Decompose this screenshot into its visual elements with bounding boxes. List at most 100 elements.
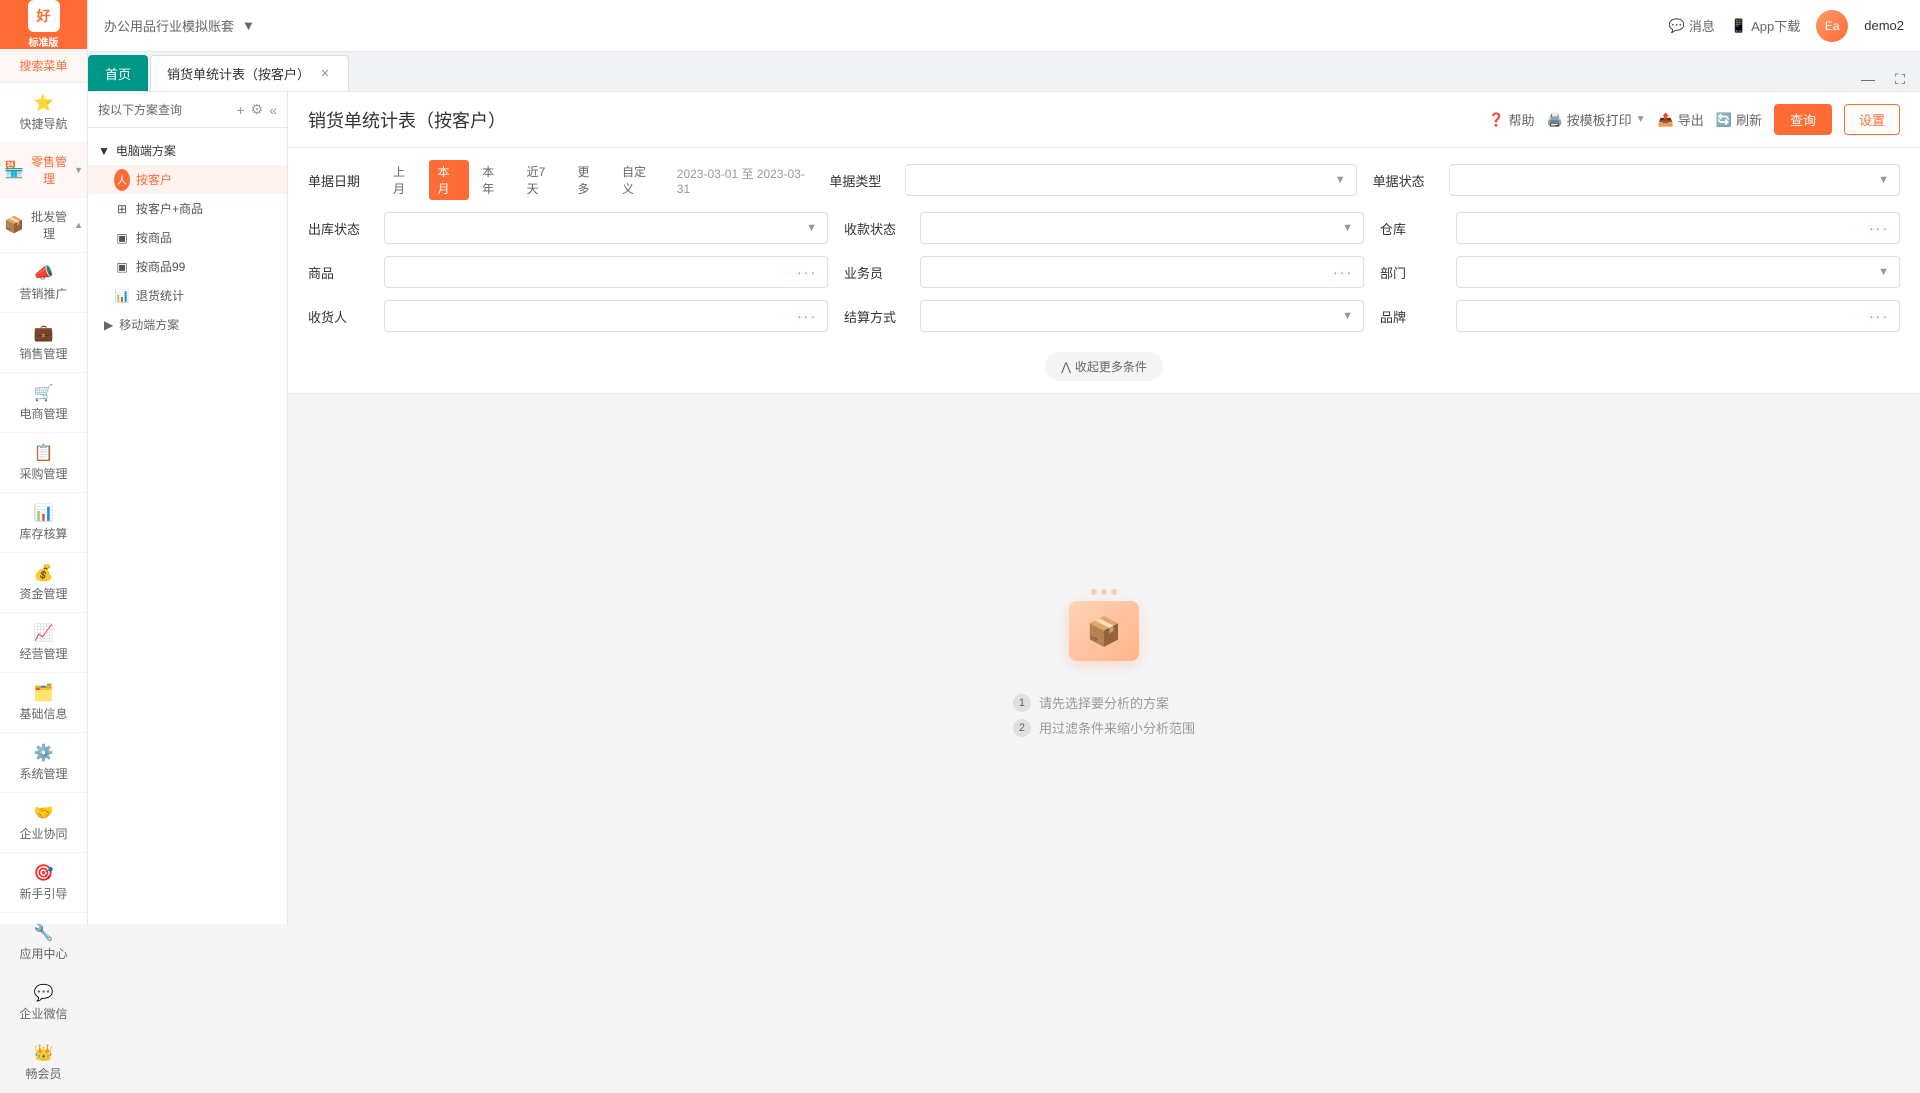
breadcrumb-chevron: ▼ bbox=[242, 18, 255, 33]
query-label: 查询 bbox=[1790, 110, 1816, 129]
tree-item-by-goods[interactable]: ▣ 按商品 bbox=[88, 223, 287, 252]
sidebar-item-apps[interactable]: 🔧 应用中心 bbox=[0, 913, 87, 973]
date-this-month[interactable]: 本月 bbox=[429, 160, 470, 200]
tree-item-return-stat[interactable]: 📊 退货统计 bbox=[88, 281, 287, 310]
tab-close-icon[interactable]: ✕ bbox=[318, 67, 332, 81]
date-more[interactable]: 更多 bbox=[568, 160, 609, 200]
tree-group-mobile[interactable]: ▶ 移动端方案 bbox=[88, 310, 287, 339]
ecommerce-icon: 🛒 bbox=[34, 383, 54, 403]
grid-icon: ⊞ bbox=[114, 201, 130, 217]
goods-input[interactable]: ··· bbox=[384, 256, 828, 288]
sidebar: 好 标准版 搜索菜单 ⭐ 快捷导航 🏪 零售管理 ▼ 📦 批发管理 ▲ 📣 营销… bbox=[0, 0, 88, 924]
filter-row-3: 商品 ··· 业务员 ··· 部门 ▼ bbox=[308, 256, 1900, 288]
sidebar-item-ecommerce[interactable]: 🛒 电商管理 bbox=[0, 373, 87, 433]
sidebar-item-finance[interactable]: 💰 资金管理 bbox=[0, 553, 87, 613]
main-panel: 销货单统计表（按客户） ❓ 帮助 🖨️ 按模板打印 ▼ 📤 bbox=[288, 92, 1920, 924]
sidebar-item-marketing[interactable]: 📣 营销推广 bbox=[0, 253, 87, 313]
app-download-button[interactable]: 📱 App下载 bbox=[1731, 16, 1800, 35]
content-area: 按以下方案查询 + ⚙ « ▼ 电脑端方案 人 按客户 bbox=[88, 92, 1920, 924]
brand-input[interactable]: ··· bbox=[1456, 300, 1900, 332]
out-status-chevron-icon: ▼ bbox=[806, 222, 817, 234]
print-chevron-icon: ▼ bbox=[1636, 114, 1646, 125]
sidebar-item-label: 库存核算 bbox=[19, 525, 67, 542]
settlement-select[interactable]: ▼ bbox=[920, 300, 1364, 332]
main-area: 办公用品行业模拟账套 ▼ 💬 消息 📱 App下载 Ea demo2 首页 销货… bbox=[88, 0, 1920, 924]
collapse-filters-button[interactable]: ⋀ 收起更多条件 bbox=[1045, 352, 1163, 381]
salesperson-input[interactable]: ··· bbox=[920, 256, 1364, 288]
receiver-input[interactable]: ··· bbox=[384, 300, 828, 332]
settings-label: 设置 bbox=[1859, 110, 1885, 129]
sidebar-item-label: 快捷导航 bbox=[19, 115, 67, 132]
refresh-label: 刷新 bbox=[1736, 110, 1762, 129]
search-menu-label: 搜索菜单 bbox=[19, 57, 67, 74]
user-name[interactable]: demo2 bbox=[1864, 18, 1904, 33]
download-icon: 📱 bbox=[1731, 18, 1747, 34]
tab-maximize-button[interactable]: ⛶ bbox=[1888, 67, 1912, 91]
sidebar-item-basics[interactable]: 🗂️ 基础信息 bbox=[0, 673, 87, 733]
sidebar-item-operations[interactable]: 📈 经营管理 bbox=[0, 613, 87, 673]
avatar: Ea bbox=[1816, 10, 1848, 42]
tab-minimize-button[interactable]: — bbox=[1856, 67, 1880, 91]
warehouse-input[interactable]: ··· bbox=[1456, 212, 1900, 244]
add-scheme-icon[interactable]: + bbox=[236, 102, 244, 118]
help-label: 帮助 bbox=[1508, 110, 1534, 129]
sidebar-item-vip[interactable]: 👑 畅会员 bbox=[0, 1033, 87, 1093]
department-select[interactable]: ▼ bbox=[1456, 256, 1900, 288]
order-type-select[interactable]: ▼ bbox=[905, 164, 1356, 196]
date-label: 单据日期 bbox=[308, 171, 368, 190]
sidebar-item-inventory[interactable]: 📊 库存核算 bbox=[0, 493, 87, 553]
warehouse-dots-icon: ··· bbox=[1869, 220, 1889, 236]
filter-row-1: 单据日期 上月 本月 本年 近7天 更多 自定义 2023-03-01 至 20… bbox=[308, 160, 1900, 200]
sidebar-item-newbie[interactable]: 🎯 新手引导 bbox=[0, 853, 87, 913]
order-status-select[interactable]: ▼ bbox=[1449, 164, 1900, 196]
out-status-select[interactable]: ▼ bbox=[384, 212, 828, 244]
sidebar-item-sales[interactable]: 💼 销售管理 bbox=[0, 313, 87, 373]
header-left: 办公用品行业模拟账套 ▼ bbox=[104, 16, 255, 35]
sidebar-item-wechat[interactable]: 💬 企业微信 bbox=[0, 973, 87, 1033]
tab-sales-stat[interactable]: 销货单统计表（按客户） ✕ bbox=[150, 55, 349, 91]
box-icon: ▣ bbox=[114, 230, 130, 246]
order-status-label: 单据状态 bbox=[1373, 171, 1433, 190]
salesperson-dots-icon: ··· bbox=[1333, 264, 1353, 280]
receipt-status-select[interactable]: ▼ bbox=[920, 212, 1364, 244]
export-button[interactable]: 📤 导出 bbox=[1658, 110, 1704, 129]
sidebar-item-purchase[interactable]: 📋 采购管理 bbox=[0, 433, 87, 493]
sidebar-item-label: 资金管理 bbox=[19, 585, 67, 602]
settings-button[interactable]: 设置 bbox=[1844, 104, 1900, 135]
sidebar-item-quicknav[interactable]: ⭐ 快捷导航 bbox=[0, 83, 87, 143]
print-button[interactable]: 🖨️ 按模板打印 ▼ bbox=[1546, 110, 1645, 129]
empty-state: 1 请先选择要分析的方案 2 用过滤条件来缩小分析范围 bbox=[288, 394, 1920, 924]
tree-group-desktop[interactable]: ▼ 电脑端方案 bbox=[88, 136, 287, 165]
print-label: 按模板打印 bbox=[1567, 110, 1632, 129]
search-menu-button[interactable]: 搜索菜单 bbox=[0, 49, 87, 83]
date-last-7days[interactable]: 近7天 bbox=[518, 160, 565, 200]
receiver-label: 收货人 bbox=[308, 307, 368, 326]
date-custom[interactable]: 自定义 bbox=[613, 160, 665, 200]
query-button[interactable]: 查询 bbox=[1774, 104, 1832, 135]
settings-scheme-icon[interactable]: ⚙ bbox=[251, 101, 264, 118]
date-this-year[interactable]: 本年 bbox=[473, 160, 514, 200]
sidebar-item-collab[interactable]: 🤝 企业协同 bbox=[0, 793, 87, 853]
tree-item-by-customer-goods[interactable]: ⊞ 按客户+商品 bbox=[88, 194, 287, 223]
print-icon: 🖨️ bbox=[1546, 112, 1562, 128]
tree-item-by-goods-99[interactable]: ▣ 按商品99 bbox=[88, 252, 287, 281]
collapse-scheme-icon[interactable]: « bbox=[269, 102, 277, 118]
tree-item-by-customer[interactable]: 人 按客户 bbox=[88, 165, 287, 194]
marketing-icon: 📣 bbox=[34, 263, 54, 283]
message-button[interactable]: 💬 消息 bbox=[1669, 16, 1715, 35]
date-last-month[interactable]: 上月 bbox=[384, 160, 425, 200]
wechat-icon: 💬 bbox=[34, 983, 54, 1003]
vip-icon: 👑 bbox=[34, 1043, 54, 1063]
refresh-button[interactable]: 🔄 刷新 bbox=[1716, 110, 1762, 129]
sidebar-item-label: 基础信息 bbox=[19, 705, 67, 722]
sidebar-item-wholesale[interactable]: 📦 批发管理 ▲ bbox=[0, 198, 87, 253]
logo-icon: 好 bbox=[28, 0, 60, 32]
help-button[interactable]: ❓ 帮助 bbox=[1488, 110, 1534, 129]
tree-group-label: 电脑端方案 bbox=[116, 142, 176, 159]
sidebar-item-system[interactable]: ⚙️ 系统管理 bbox=[0, 733, 87, 793]
export-label: 导出 bbox=[1678, 110, 1704, 129]
tab-home[interactable]: 首页 bbox=[88, 55, 148, 91]
scheme-panel: 按以下方案查询 + ⚙ « ▼ 电脑端方案 人 按客户 bbox=[88, 92, 288, 924]
out-status-label: 出库状态 bbox=[308, 219, 368, 238]
sidebar-item-retail[interactable]: 🏪 零售管理 ▼ bbox=[0, 143, 87, 198]
